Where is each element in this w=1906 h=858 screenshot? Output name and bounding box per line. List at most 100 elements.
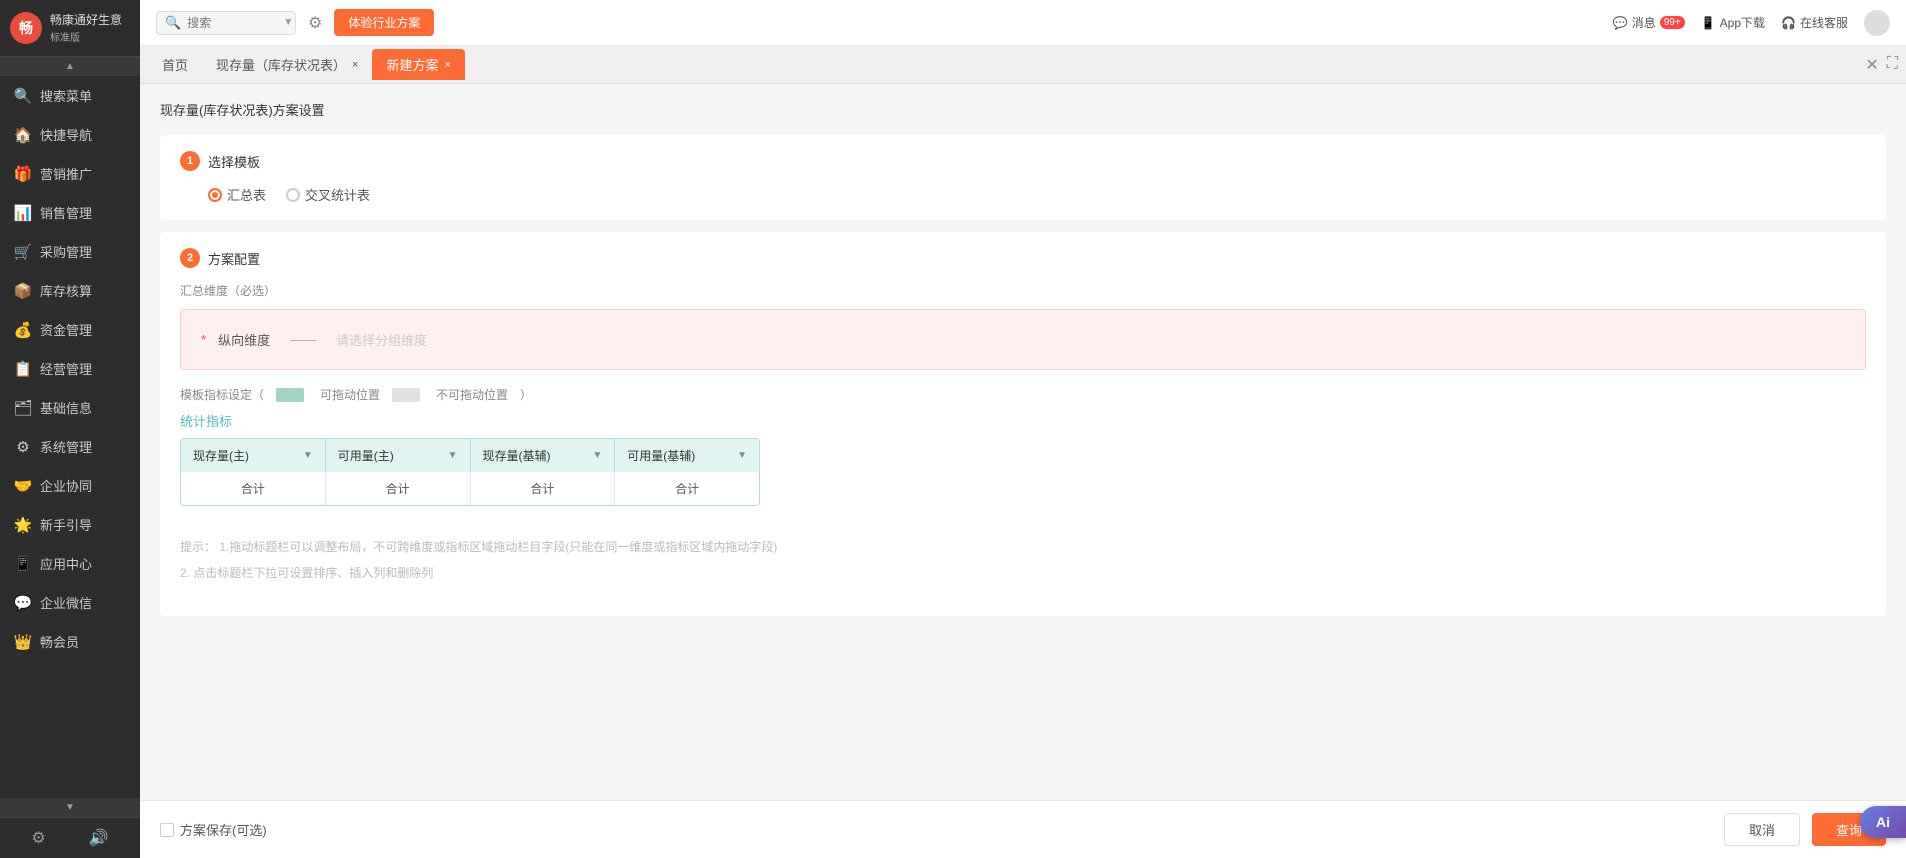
sidebar-item-cooperation-label: 企业协同: [40, 476, 92, 495]
template-options: 汇总表 交叉统计表: [208, 185, 1866, 204]
search-chevron-icon[interactable]: ▼: [283, 17, 293, 28]
settings-icon[interactable]: ⚙: [31, 828, 45, 848]
step2-header: 2 方案配置: [180, 248, 1866, 268]
sidebar-item-purchase-label: 采购管理: [40, 242, 92, 261]
sidebar-item-system[interactable]: ⚙ 系统管理: [0, 427, 140, 466]
sidebar-scroll-up[interactable]: ▲: [0, 57, 140, 76]
tab-inventory[interactable]: 现存量（库存状况表） ×: [202, 49, 372, 80]
step1-section: 1 选择模板 汇总表 交叉统计表: [160, 135, 1886, 220]
tab-inventory-close[interactable]: ×: [352, 59, 358, 71]
tab-new-plan[interactable]: 新建方案 ×: [372, 49, 464, 80]
tips-line2: 2. 点击标题栏下拉可设置排序、插入列和删除列: [180, 563, 1866, 585]
search-box[interactable]: 🔍 ▼: [156, 11, 296, 35]
step2-badge: 2: [180, 248, 200, 268]
tab-close-all-icon[interactable]: ✕: [1865, 55, 1878, 75]
logo-area: 畅 畅康通好生意 标准版: [0, 0, 140, 57]
ai-float-button[interactable]: Ai: [1860, 806, 1906, 838]
sidebar-item-management-label: 经营管理: [40, 359, 92, 378]
stats-col-0[interactable]: 现存量(主) ▼: [181, 439, 326, 472]
basic-info-icon: 🗂: [14, 399, 32, 417]
sidebar-item-cooperation[interactable]: 🤝 企业协同: [0, 466, 140, 505]
footer: 方案保存(可选) 取消 查询: [140, 800, 1906, 858]
cooperation-icon: 🤝: [14, 477, 32, 495]
required-star: *: [201, 332, 206, 347]
tab-home-label: 首页: [162, 55, 188, 74]
stats-col-2-label: 现存量(基辅): [483, 447, 551, 464]
sidebar-items-container: 🔍 搜索菜单 🏠 快捷导航 🎁 营销推广 📊 销售管理 🛒 采购管理 📦 库存核…: [0, 76, 140, 798]
sidebar-item-new-guide[interactable]: 🌟 新手引导: [0, 505, 140, 544]
dimension-name: 纵向维度: [218, 330, 270, 349]
non-draggable-label: 不可拖动位置: [436, 386, 508, 403]
sidebar-item-purchase[interactable]: 🛒 采购管理: [0, 232, 140, 271]
sidebar-item-system-label: 系统管理: [40, 437, 92, 456]
sales-icon: 📊: [14, 204, 32, 222]
step2-section: 2 方案配置 汇总维度（必选） * 纵向维度 —— 请选择分组维度 模板指标设定…: [160, 232, 1886, 616]
sidebar-item-basic-info[interactable]: 🗂 基础信息: [0, 388, 140, 427]
radio-cross[interactable]: 交叉统计表: [286, 185, 370, 204]
app-center-icon: 📱: [14, 555, 32, 573]
app-download-icon: 📱: [1701, 16, 1716, 30]
tab-home[interactable]: 首页: [148, 49, 202, 80]
experience-button[interactable]: 体验行业方案: [334, 9, 434, 36]
sidebar-item-marketing-label: 营销推广: [40, 164, 92, 183]
logo-icon: 畅: [10, 12, 42, 44]
cancel-button[interactable]: 取消: [1724, 813, 1800, 846]
sidebar-item-wechat[interactable]: 💬 企业微信: [0, 583, 140, 622]
search-input[interactable]: [187, 16, 277, 30]
dimension-area[interactable]: * 纵向维度 —— 请选择分组维度: [180, 309, 1866, 370]
save-option[interactable]: 方案保存(可选): [160, 820, 267, 839]
stats-col-2[interactable]: 现存量(基辅) ▼: [471, 439, 616, 472]
radio-cross-dot: [286, 188, 300, 202]
stats-col-1-label: 可用量(主): [338, 447, 394, 464]
sidebar-item-finance[interactable]: 💰 资金管理: [0, 310, 140, 349]
online-service-item[interactable]: 🎧 在线客服: [1781, 14, 1848, 31]
stats-col-0-label: 现存量(主): [193, 447, 249, 464]
sidebar-bottom: ⚙ 🔊: [0, 817, 140, 858]
headset-icon: 🎧: [1781, 16, 1796, 30]
speaker-icon[interactable]: 🔊: [89, 828, 109, 848]
dimension-dash: ——: [290, 332, 316, 347]
tab-expand-icon[interactable]: ⛶: [1887, 55, 1898, 75]
user-avatar[interactable]: [1864, 10, 1890, 36]
app-download-label: App下载: [1720, 14, 1765, 31]
sidebar-item-sales[interactable]: 📊 销售管理: [0, 193, 140, 232]
sidebar-scroll-down[interactable]: ▼: [0, 798, 140, 817]
inventory-icon: 📦: [14, 282, 32, 300]
messages-item[interactable]: 💬 消息 99+: [1613, 14, 1685, 31]
save-checkbox[interactable]: [160, 823, 174, 837]
stats-col-1-chevron[interactable]: ▼: [448, 450, 458, 461]
gear-icon[interactable]: ⚙: [308, 13, 322, 33]
stats-col-3-chevron[interactable]: ▼: [737, 450, 747, 461]
draggable-badge: [276, 388, 304, 402]
sidebar-item-search-menu[interactable]: 🔍 搜索菜单: [0, 76, 140, 115]
sidebar-item-quick-nav[interactable]: 🏠 快捷导航: [0, 115, 140, 154]
sidebar-item-member[interactable]: 👑 畅会员: [0, 622, 140, 661]
sidebar-item-inventory[interactable]: 📦 库存核算: [0, 271, 140, 310]
radio-summary-label: 汇总表: [227, 185, 266, 204]
system-icon: ⚙: [14, 438, 32, 456]
stats-cell-1: 合计: [326, 472, 471, 505]
stats-col-3[interactable]: 可用量(基辅) ▼: [615, 439, 759, 472]
stats-table-header: 现存量(主) ▼ 可用量(主) ▼ 现存量(基辅) ▼ 可用量(基辅) ▼: [181, 439, 759, 472]
stats-col-1[interactable]: 可用量(主) ▼: [326, 439, 471, 472]
app-version: 标准版: [50, 29, 122, 44]
page-title: 现存量(库存状况表)方案设置: [160, 100, 1886, 119]
stats-cell-0: 合计: [181, 472, 326, 505]
sidebar-item-management[interactable]: 📋 经营管理: [0, 349, 140, 388]
sidebar-item-sales-label: 销售管理: [40, 203, 92, 222]
sidebar-item-basic-info-label: 基础信息: [40, 398, 92, 417]
radio-summary[interactable]: 汇总表: [208, 185, 266, 204]
purchase-icon: 🛒: [14, 243, 32, 261]
stats-col-3-label: 可用量(基辅): [627, 447, 695, 464]
sidebar-item-app-center[interactable]: 📱 应用中心: [0, 544, 140, 583]
stats-col-2-chevron[interactable]: ▼: [592, 450, 602, 461]
tab-new-plan-close[interactable]: ×: [444, 59, 450, 71]
stats-col-0-chevron[interactable]: ▼: [303, 450, 313, 461]
non-draggable-badge: [392, 388, 420, 402]
step2-title: 方案配置: [208, 249, 260, 268]
tab-new-plan-label: 新建方案: [386, 55, 438, 74]
app-download-item[interactable]: 📱 App下载: [1701, 14, 1765, 31]
search-menu-icon: 🔍: [14, 87, 32, 105]
sidebar-item-marketing[interactable]: 🎁 营销推广: [0, 154, 140, 193]
radio-cross-label: 交叉统计表: [305, 185, 370, 204]
